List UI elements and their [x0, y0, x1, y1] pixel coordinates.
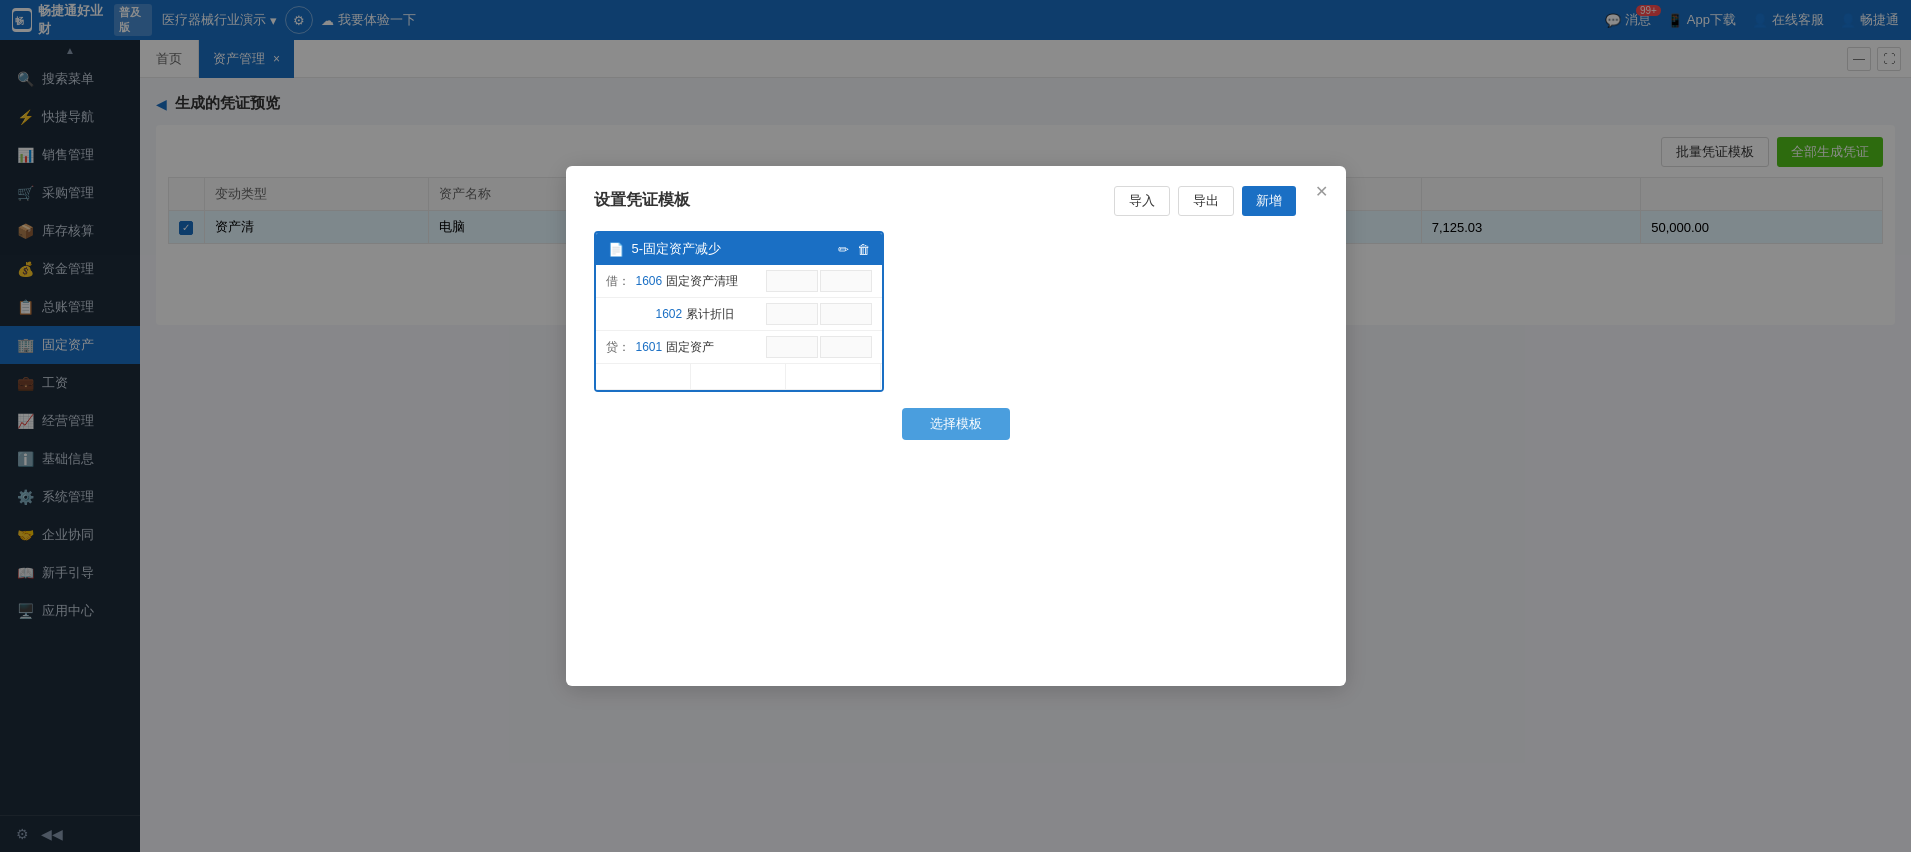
template-debit-entry-2: 1602 累计折旧	[596, 298, 882, 331]
entry-col	[820, 270, 872, 292]
entry-cols-1	[766, 270, 872, 292]
import-button[interactable]: 导入	[1114, 186, 1170, 216]
select-template-button[interactable]: 选择模板	[902, 408, 1010, 440]
set-template-dialog: 设置凭证模板 ✕ 导入 导出 新增 📄 5-固定资产减少 ✏ 🗑 借： 1606…	[566, 166, 1346, 686]
dialog-close-button[interactable]: ✕	[1315, 182, 1328, 201]
empty-col	[596, 364, 691, 389]
template-credit-entry-1: 贷： 1601 固定资产	[596, 331, 882, 364]
debit-code-1: 1606	[636, 274, 663, 288]
dialog-toolbar: 导入 导出 新增	[1114, 186, 1296, 216]
credit-label-1: 贷：	[606, 339, 636, 356]
entry-col	[766, 270, 818, 292]
entry-cols-3	[766, 336, 872, 358]
credit-code-1: 1601	[636, 340, 663, 354]
new-button[interactable]: 新增	[1242, 186, 1296, 216]
entry-col	[820, 303, 872, 325]
entry-cols-2	[766, 303, 872, 325]
template-empty-row	[596, 364, 882, 390]
template-edit-icon[interactable]: ✏	[838, 242, 849, 257]
credit-name-1: 固定资产	[666, 339, 714, 356]
empty-col	[786, 364, 881, 389]
empty-col	[691, 364, 786, 389]
entry-col	[766, 303, 818, 325]
template-card-body: 借： 1606 固定资产清理 1602 累计折旧	[596, 265, 882, 390]
template-delete-icon[interactable]: 🗑	[857, 242, 870, 257]
template-card-title: 5-固定资产减少	[632, 240, 830, 258]
debit-code-2: 1602	[656, 307, 683, 321]
entry-col	[820, 336, 872, 358]
export-button[interactable]: 导出	[1178, 186, 1234, 216]
debit-name-2: 累计折旧	[686, 306, 734, 323]
template-debit-entry-1: 借： 1606 固定资产清理	[596, 265, 882, 298]
template-card: 📄 5-固定资产减少 ✏ 🗑 借： 1606 固定资产清理 1602	[594, 231, 884, 392]
template-card-header: 📄 5-固定资产减少 ✏ 🗑	[596, 233, 882, 265]
dialog-overlay: 设置凭证模板 ✕ 导入 导出 新增 📄 5-固定资产减少 ✏ 🗑 借： 1606…	[0, 0, 1911, 852]
template-doc-icon: 📄	[608, 242, 624, 257]
debit-label-1: 借：	[606, 273, 636, 290]
entry-col	[766, 336, 818, 358]
debit-name-1: 固定资产清理	[666, 273, 738, 290]
